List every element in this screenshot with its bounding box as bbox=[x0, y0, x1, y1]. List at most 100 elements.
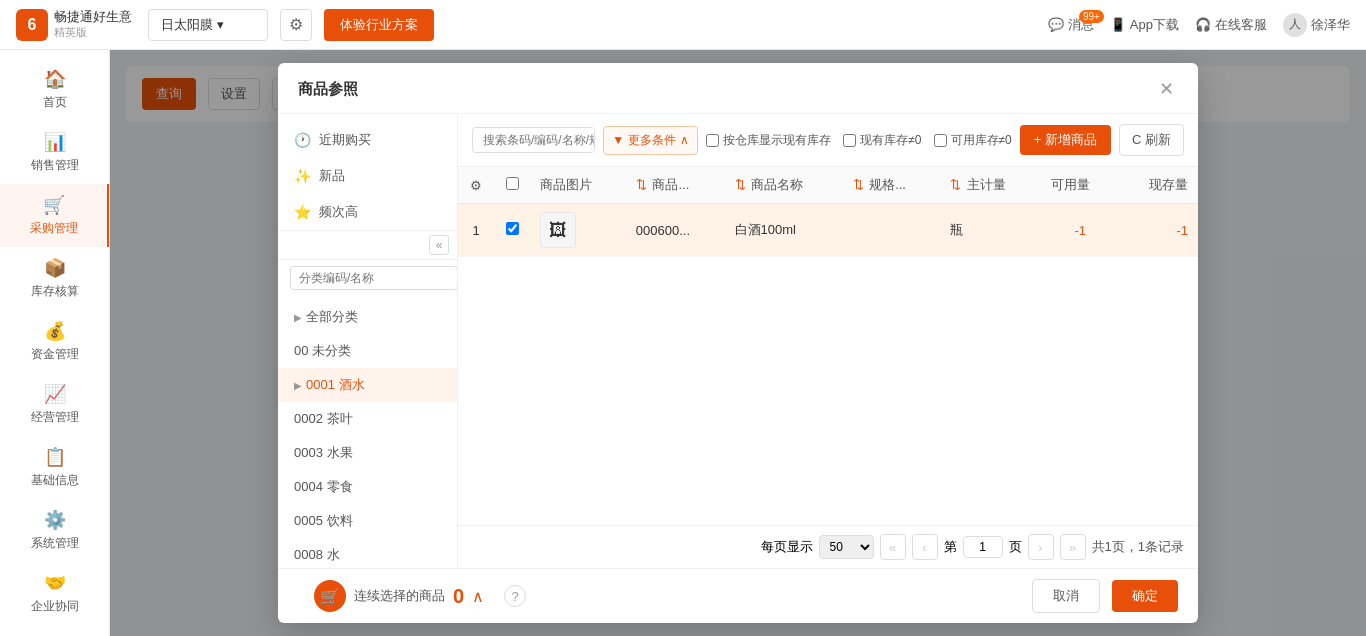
product-search-input[interactable] bbox=[473, 128, 595, 152]
sidebar: 🏠 首页 📊 销售管理 🛒 采购管理 📦 库存核算 💰 资金管理 📈 经营管理 … bbox=[0, 50, 110, 636]
available-nonzero-checkbox[interactable]: 可用库存≠0 bbox=[934, 132, 1012, 149]
settings-icon[interactable]: ⚙ bbox=[470, 178, 482, 193]
product-search-wrap: 🔍 bbox=[472, 127, 595, 153]
mobile-icon: 📱 bbox=[1110, 17, 1126, 32]
table-header-row: ⚙ 商品图片 bbox=[458, 167, 1198, 204]
product-table-wrap: ⚙ 商品图片 bbox=[458, 167, 1198, 525]
product-spec-cell bbox=[843, 204, 941, 257]
tab-recent-purchase[interactable]: 🕐 近期购买 bbox=[278, 122, 457, 158]
bell-icon: 💬 bbox=[1048, 17, 1064, 32]
sidebar-item-enterprise[interactable]: 🤝 企业协同 bbox=[0, 562, 109, 625]
category-0004[interactable]: 0004 零食 bbox=[278, 470, 457, 504]
name-column-header[interactable]: ⇅ 商品名称 bbox=[725, 167, 843, 204]
help-icon[interactable]: ? bbox=[504, 585, 526, 607]
stock-nonzero-input[interactable] bbox=[843, 134, 856, 147]
cta-button[interactable]: 体验行业方案 bbox=[324, 9, 434, 41]
category-0001[interactable]: ▶ 0001 酒水 bbox=[278, 368, 457, 402]
collapse-left-panel-button[interactable]: « bbox=[429, 235, 449, 255]
category-search-input[interactable] bbox=[290, 266, 458, 290]
tab-new-products[interactable]: ✨ 新品 bbox=[278, 158, 457, 194]
product-unit-cell: 瓶 bbox=[940, 204, 1041, 257]
category-0003[interactable]: 0003 水果 bbox=[278, 436, 457, 470]
stock-nonzero-checkbox[interactable]: 现有库存≠0 bbox=[843, 132, 921, 149]
product-thumbnail: 🖼 bbox=[540, 212, 576, 248]
tab-high-frequency[interactable]: ⭐ 频次高 bbox=[278, 194, 457, 230]
table-row[interactable]: 1 🖼 000600... 白酒100ml bbox=[458, 204, 1198, 257]
add-product-button[interactable]: + 新增商品 bbox=[1020, 125, 1111, 155]
active-arrow-icon: ▶ bbox=[294, 380, 302, 391]
sidebar-item-inventory[interactable]: 📦 库存核算 bbox=[0, 247, 109, 310]
warehouse-display-input[interactable] bbox=[706, 134, 719, 147]
top-nav: 6 畅捷通好生意 精英版 日太阳膜 ▾ ⚙ 体验行业方案 💬 消息 99+ 📱 … bbox=[0, 0, 1366, 50]
available-column-header: 可用量 bbox=[1041, 167, 1120, 204]
logo-icon: 6 bbox=[16, 9, 48, 41]
home-icon: 🏠 bbox=[44, 68, 66, 90]
chevron-down-icon: ▾ bbox=[217, 17, 224, 32]
new-icon: ✨ bbox=[294, 168, 311, 184]
category-0002[interactable]: 0002 茶叶 bbox=[278, 402, 457, 436]
star-icon: ⭐ bbox=[294, 204, 311, 220]
sort-icon: ⇅ bbox=[735, 177, 746, 192]
online-service-item[interactable]: 🎧 在线客服 bbox=[1195, 16, 1267, 34]
cancel-button[interactable]: 取消 bbox=[1032, 579, 1100, 613]
row-index: 1 bbox=[458, 204, 494, 257]
nav-dropdown[interactable]: 日太阳膜 ▾ bbox=[148, 9, 268, 41]
code-column-header[interactable]: ⇅ 商品... bbox=[626, 167, 725, 204]
sidebar-item-purchase[interactable]: 🛒 采购管理 bbox=[0, 184, 109, 247]
cart-icon: 🛒 bbox=[314, 580, 346, 612]
sidebar-item-operations[interactable]: 📈 经营管理 bbox=[0, 373, 109, 436]
stock-column-header: 现存量 bbox=[1119, 167, 1198, 204]
app-download-item[interactable]: 📱 App下载 bbox=[1110, 16, 1179, 34]
operations-icon: 📈 bbox=[44, 383, 66, 405]
confirm-button[interactable]: 确定 bbox=[1112, 580, 1178, 612]
select-all-checkbox[interactable] bbox=[506, 177, 519, 190]
product-stock-cell: -1 bbox=[1119, 204, 1198, 257]
product-image-cell: 🖼 bbox=[530, 204, 626, 257]
enterprise-icon: 🤝 bbox=[44, 572, 66, 594]
total-info: 共1页，1条记录 bbox=[1092, 538, 1184, 556]
sidebar-item-system[interactable]: ⚙️ 系统管理 bbox=[0, 499, 109, 562]
category-0008[interactable]: 0008 水 bbox=[278, 538, 457, 568]
last-page-button[interactable]: » bbox=[1060, 534, 1086, 560]
sales-icon: 📊 bbox=[44, 131, 66, 153]
modal-close-button[interactable]: ✕ bbox=[1154, 77, 1178, 101]
notifications-item[interactable]: 💬 消息 99+ bbox=[1048, 16, 1094, 34]
inventory-icon: 📦 bbox=[44, 257, 66, 279]
product-code-cell: 000600... bbox=[626, 204, 725, 257]
sidebar-item-guide[interactable]: 🎯 新手引导 bbox=[0, 625, 109, 636]
nav-right: 💬 消息 99+ 📱 App下载 🎧 在线客服 人 徐泽华 bbox=[1048, 13, 1350, 37]
settings-column-header: ⚙ bbox=[458, 167, 494, 204]
notifications-badge: 99+ bbox=[1079, 10, 1104, 23]
layout: 🏠 首页 📊 销售管理 🛒 采购管理 📦 库存核算 💰 资金管理 📈 经营管理 … bbox=[0, 50, 1366, 636]
collapse-cart-icon[interactable]: ∧ bbox=[472, 587, 484, 606]
refresh-button[interactable]: C 刷新 bbox=[1119, 124, 1184, 156]
unit-column-header[interactable]: ⇅ 主计量 bbox=[940, 167, 1041, 204]
filter-icon: ▼ bbox=[612, 133, 624, 147]
sidebar-item-sales[interactable]: 📊 销售管理 bbox=[0, 121, 109, 184]
next-page-button[interactable]: › bbox=[1028, 534, 1054, 560]
settings-gear-icon[interactable]: ⚙ bbox=[280, 9, 312, 41]
available-nonzero-input[interactable] bbox=[934, 134, 947, 147]
recent-icon: 🕐 bbox=[294, 132, 311, 148]
sort-icon: ⇅ bbox=[853, 177, 864, 192]
prev-page-button[interactable]: ‹ bbox=[912, 534, 938, 560]
finance-icon: 💰 bbox=[44, 320, 66, 342]
spec-column-header[interactable]: ⇅ 规格... bbox=[843, 167, 941, 204]
warehouse-display-checkbox[interactable]: 按仓库显示现有库存 bbox=[706, 132, 831, 149]
page-size-select[interactable]: 50 10 20 100 bbox=[819, 535, 874, 559]
sidebar-item-finance[interactable]: 💰 资金管理 bbox=[0, 310, 109, 373]
more-filters-button[interactable]: ▼ 更多条件 ∧ bbox=[603, 126, 698, 155]
user-item[interactable]: 人 徐泽华 bbox=[1283, 13, 1350, 37]
headset-icon: 🎧 bbox=[1195, 17, 1211, 32]
category-all[interactable]: ▶ 全部分类 bbox=[278, 300, 457, 334]
sidebar-item-home[interactable]: 🏠 首页 bbox=[0, 58, 109, 121]
page-number-input[interactable] bbox=[963, 536, 1003, 558]
sidebar-item-basic-info[interactable]: 📋 基础信息 bbox=[0, 436, 109, 499]
brand-name: 畅捷通好生意 bbox=[54, 9, 132, 25]
category-0005[interactable]: 0005 饮料 bbox=[278, 504, 457, 538]
first-page-button[interactable]: « bbox=[880, 534, 906, 560]
product-table: ⚙ 商品图片 bbox=[458, 167, 1198, 257]
row-select-checkbox[interactable] bbox=[506, 222, 519, 235]
modal-overlay: 商品参照 ✕ 🕐 近期购买 ✨ 新 bbox=[110, 50, 1366, 636]
category-00[interactable]: 00 未分类 bbox=[278, 334, 457, 368]
